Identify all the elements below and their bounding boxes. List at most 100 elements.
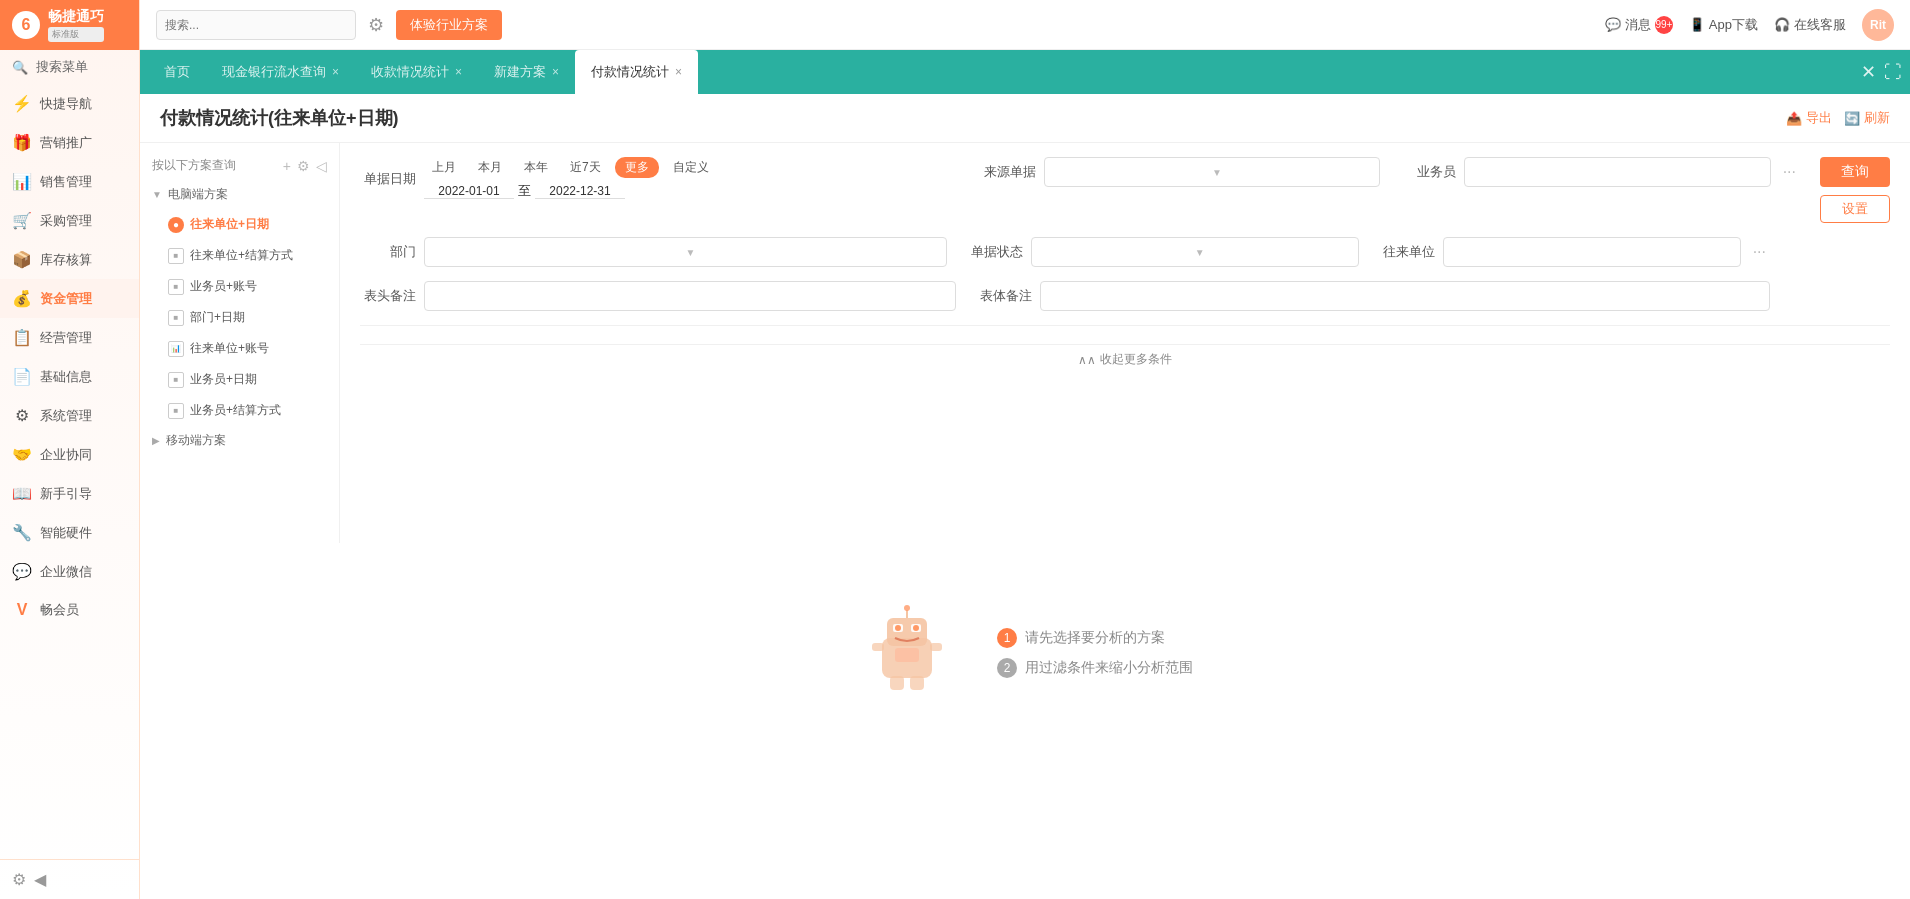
tab-bank-flow-label: 现金银行流水查询 bbox=[222, 63, 326, 81]
scheme-item-6[interactable]: ■ 业务员+结算方式 bbox=[140, 395, 339, 426]
tab-payment-stat[interactable]: 付款情况统计 × bbox=[575, 50, 698, 94]
date-end-input[interactable] bbox=[535, 184, 625, 199]
doc-status-filter-label: 单据状态 bbox=[967, 243, 1023, 261]
scheme-settings-icon[interactable]: ⚙ bbox=[297, 158, 310, 174]
sidebar-item-vip[interactable]: V 畅会员 bbox=[0, 591, 139, 629]
tab-bank-flow[interactable]: 现金银行流水查询 × bbox=[206, 50, 355, 94]
dept-select[interactable]: ▼ bbox=[424, 237, 947, 267]
doc-status-filter-group: 单据状态 ▼ bbox=[967, 237, 1358, 267]
svg-rect-8 bbox=[890, 676, 904, 690]
date-opt-more[interactable]: 更多 bbox=[615, 157, 659, 178]
logo-icon: 6 bbox=[12, 11, 40, 39]
scheme-item-label: 往来单位+账号 bbox=[190, 340, 269, 357]
sidebar-item-system[interactable]: ⚙ 系统管理 bbox=[0, 396, 139, 435]
tab-bank-flow-close-icon[interactable]: × bbox=[332, 65, 339, 79]
sidebar-item-marketing[interactable]: 🎁 营销推广 bbox=[0, 123, 139, 162]
mobile-section-arrow: ▶ bbox=[152, 435, 160, 446]
source-filter-group: 来源单据 ▼ bbox=[980, 157, 1380, 187]
topbar-search-input[interactable] bbox=[156, 10, 356, 40]
scheme-item-5[interactable]: ■ 业务员+日期 bbox=[140, 364, 339, 395]
header-note-input[interactable] bbox=[424, 281, 956, 311]
salesman-more-icon[interactable]: ··· bbox=[1779, 163, 1800, 181]
sidebar-item-guide[interactable]: 📖 新手引导 bbox=[0, 474, 139, 513]
user-avatar[interactable]: Rit bbox=[1862, 9, 1894, 41]
scheme-item-icon-6: ■ bbox=[168, 403, 184, 419]
collapse-sidebar-icon[interactable]: ◀ bbox=[34, 870, 46, 889]
date-opt-7days[interactable]: 近7天 bbox=[562, 157, 609, 178]
mobile-scheme-title[interactable]: ▶ 移动端方案 bbox=[140, 426, 339, 455]
scheme-panel-label: 按以下方案查询 bbox=[152, 157, 275, 174]
refresh-btn[interactable]: 🔄 刷新 bbox=[1844, 109, 1890, 127]
sidebar-item-purchase[interactable]: 🛒 采购管理 bbox=[0, 201, 139, 240]
scheme-item-label: 业务员+账号 bbox=[190, 278, 257, 295]
scheme-item-0[interactable]: ● 往来单位+日期 bbox=[140, 209, 339, 240]
collapse-scheme-icon[interactable]: ◁ bbox=[316, 158, 327, 174]
scheme-item-4[interactable]: 📊 往来单位+账号 bbox=[140, 333, 339, 364]
sidebar-item-quick-nav[interactable]: ⚡ 快捷导航 bbox=[0, 84, 139, 123]
tip-num-2: 2 bbox=[997, 658, 1017, 678]
tab-receipt-stat[interactable]: 收款情况统计 × bbox=[355, 50, 478, 94]
maximize-icon[interactable]: ⛶ bbox=[1884, 62, 1902, 83]
tip-num-1: 1 bbox=[997, 628, 1017, 648]
sidebar-item-finance[interactable]: 💰 资金管理 bbox=[0, 279, 139, 318]
date-opt-this-year[interactable]: 本年 bbox=[516, 157, 556, 178]
scheme-item-3[interactable]: ■ 部门+日期 bbox=[140, 302, 339, 333]
collapse-btn[interactable]: ∧∧ 收起更多条件 bbox=[360, 344, 1890, 374]
messages-action[interactable]: 💬 消息 99+ bbox=[1605, 16, 1673, 34]
salesman-filter-group: 业务员 ··· bbox=[1400, 157, 1800, 187]
app-label: App下载 bbox=[1709, 16, 1758, 34]
nav-tabs: 首页 现金银行流水查询 × 收款情况统计 × 新建方案 × 付款情况统计 × ✕… bbox=[140, 50, 1910, 94]
page-title: 付款情况统计(往来单位+日期) bbox=[160, 106, 399, 130]
sidebar-item-enterprise[interactable]: 🤝 企业协同 bbox=[0, 435, 139, 474]
scheme-item-icon-3: ■ bbox=[168, 310, 184, 326]
source-select[interactable]: ▼ bbox=[1044, 157, 1380, 187]
mobile-scheme-section: ▶ 移动端方案 bbox=[140, 426, 339, 455]
search-menu-item[interactable]: 🔍 搜索菜单 bbox=[0, 50, 139, 84]
sidebar-logo: 6 畅捷通巧 标准版 bbox=[0, 0, 139, 50]
export-btn[interactable]: 📤 导出 bbox=[1786, 109, 1832, 127]
tab-receipt-stat-close-icon[interactable]: × bbox=[455, 65, 462, 79]
date-opt-this-month[interactable]: 本月 bbox=[470, 157, 510, 178]
header-note-label: 表头备注 bbox=[360, 287, 416, 305]
sidebar-item-basic-info[interactable]: 📄 基础信息 bbox=[0, 357, 139, 396]
tab-new-scheme[interactable]: 新建方案 × bbox=[478, 50, 575, 94]
trial-btn[interactable]: 体验行业方案 bbox=[396, 10, 502, 40]
dept-down-arrow-icon: ▼ bbox=[686, 247, 939, 258]
sidebar-item-sales[interactable]: 📊 销售管理 bbox=[0, 162, 139, 201]
scheme-item-2[interactable]: ■ 业务员+账号 bbox=[140, 271, 339, 302]
service-action[interactable]: 🎧 在线客服 bbox=[1774, 16, 1846, 34]
date-start-input[interactable] bbox=[424, 184, 514, 199]
scheme-panel-icons: + ⚙ ◁ bbox=[283, 158, 327, 174]
svg-point-12 bbox=[904, 605, 910, 611]
query-btn[interactable]: 查询 bbox=[1820, 157, 1890, 187]
tab-home[interactable]: 首页 bbox=[148, 50, 206, 94]
sidebar-item-operations[interactable]: 📋 经营管理 bbox=[0, 318, 139, 357]
desktop-scheme-title[interactable]: ▼ 电脑端方案 bbox=[140, 180, 339, 209]
settings-btn[interactable]: 设置 bbox=[1820, 195, 1890, 223]
counterpart-more-icon[interactable]: ··· bbox=[1749, 243, 1770, 261]
service-label: 在线客服 bbox=[1794, 16, 1846, 34]
scheme-item-icon-1: ■ bbox=[168, 248, 184, 264]
counterpart-select[interactable] bbox=[1443, 237, 1741, 267]
sidebar-item-hardware[interactable]: 🔧 智能硬件 bbox=[0, 513, 139, 552]
version-badge: 标准版 bbox=[48, 27, 104, 42]
tab-new-scheme-close-icon[interactable]: × bbox=[552, 65, 559, 79]
tab-payment-stat-close-icon[interactable]: × bbox=[675, 65, 682, 79]
topbar-gear-icon[interactable]: ⚙ bbox=[368, 14, 384, 36]
finance-icon: 💰 bbox=[12, 289, 32, 308]
settings-icon[interactable]: ⚙ bbox=[12, 870, 26, 889]
sidebar-item-wechat[interactable]: 💬 企业微信 bbox=[0, 552, 139, 591]
app-download-action[interactable]: 📱 App下载 bbox=[1689, 16, 1758, 34]
body-note-input[interactable] bbox=[1040, 281, 1770, 311]
salesman-select[interactable] bbox=[1464, 157, 1771, 187]
scheme-item-label: 业务员+结算方式 bbox=[190, 402, 281, 419]
purchase-icon: 🛒 bbox=[12, 211, 32, 230]
close-all-tabs-icon[interactable]: ✕ bbox=[1861, 61, 1876, 83]
add-scheme-icon[interactable]: + bbox=[283, 158, 291, 174]
doc-status-select[interactable]: ▼ bbox=[1031, 237, 1358, 267]
date-opt-last-month[interactable]: 上月 bbox=[424, 157, 464, 178]
sidebar-item-inventory[interactable]: 📦 库存核算 bbox=[0, 240, 139, 279]
date-opt-custom[interactable]: 自定义 bbox=[665, 157, 717, 178]
scheme-item-1[interactable]: ■ 往来单位+结算方式 bbox=[140, 240, 339, 271]
date-range-input: 至 bbox=[424, 182, 960, 200]
